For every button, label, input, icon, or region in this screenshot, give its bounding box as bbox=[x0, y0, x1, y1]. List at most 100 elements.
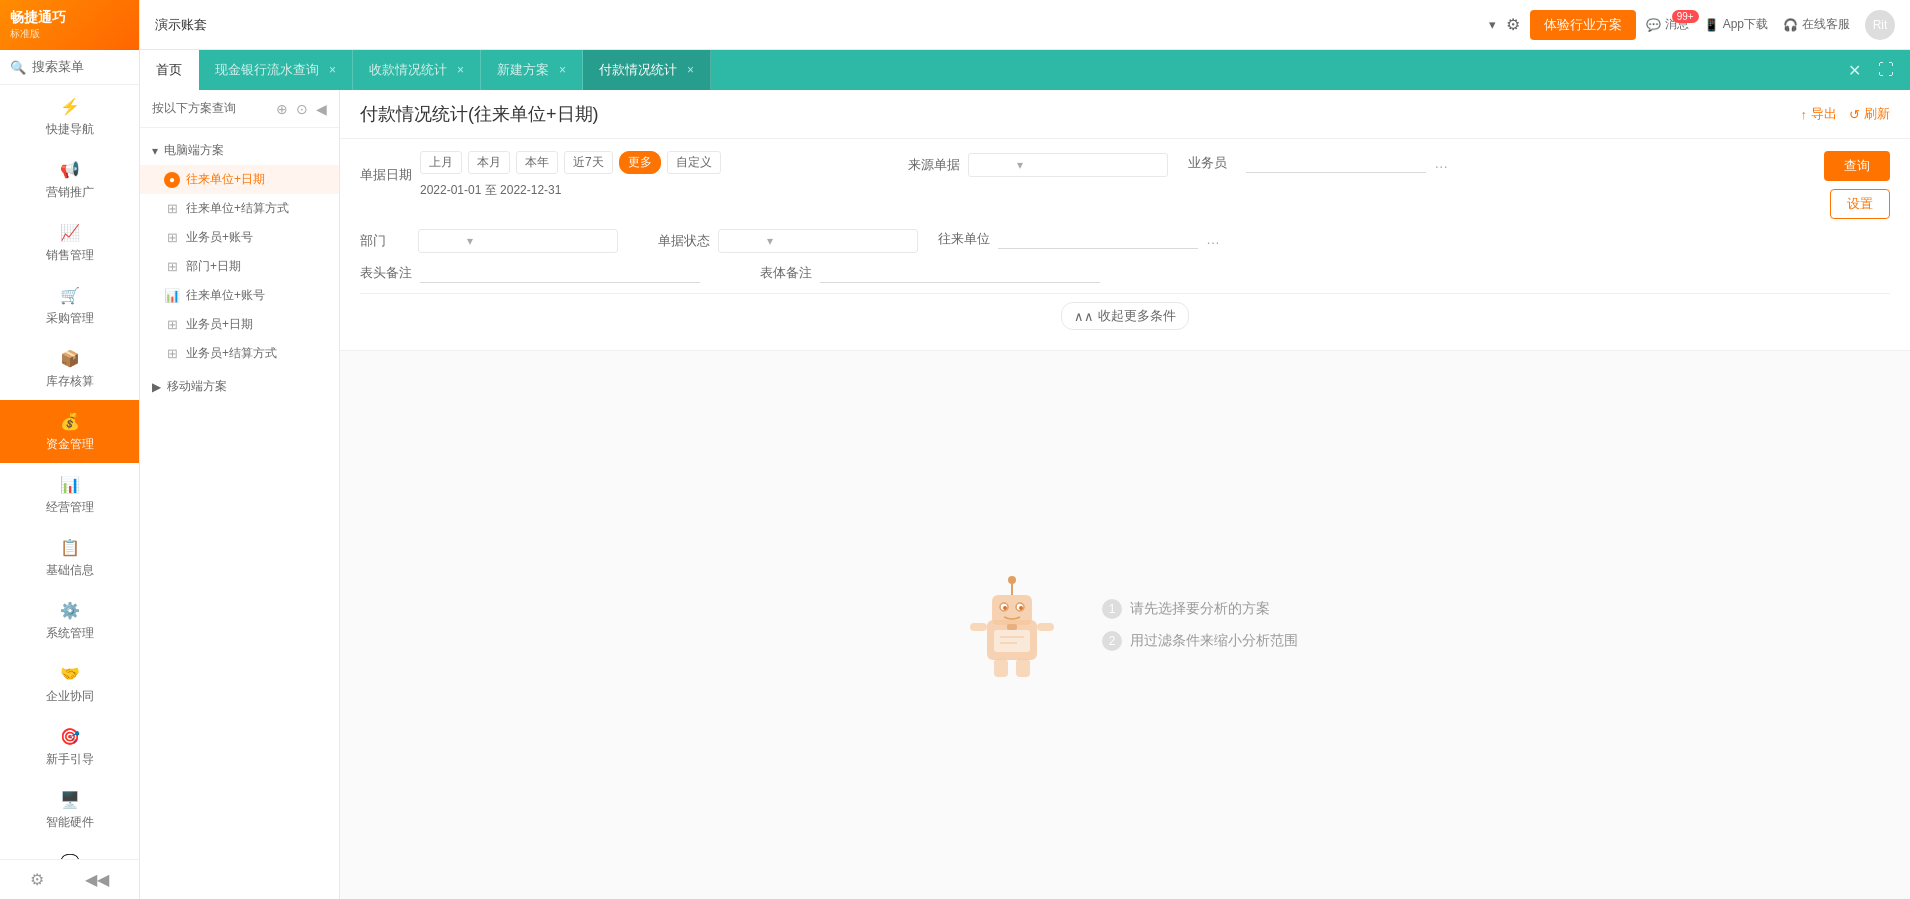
staff-more-icon[interactable]: … bbox=[1434, 155, 1448, 171]
settings-button[interactable]: 设置 bbox=[1830, 189, 1890, 219]
scheme-staff-date[interactable]: ⊞ 业务员+日期 bbox=[140, 310, 339, 339]
last-7days-button[interactable]: 近7天 bbox=[564, 151, 613, 174]
scheme-settings-button[interactable]: ⊙ bbox=[296, 101, 308, 117]
tab-receipt-stats[interactable]: 收款情况统计 × bbox=[353, 50, 481, 90]
sidebar-item-marketing[interactable]: 📢 营销推广 bbox=[0, 148, 139, 211]
basic-info-icon: 📋 bbox=[59, 536, 81, 558]
receipt-stats-tab-close[interactable]: × bbox=[457, 63, 464, 77]
close-all-tabs-button[interactable]: ✕ bbox=[1842, 58, 1867, 83]
sidebar-item-label: 基础信息 bbox=[46, 562, 94, 579]
sidebar-nav: ⚡ 快捷导航 📢 营销推广 📈 销售管理 🛒 采购管理 📦 库存核算 💰 资金管… bbox=[0, 85, 139, 859]
dept-arrow-icon: ▾ bbox=[467, 234, 473, 248]
date-filter-group: 上月 本月 本年 近7天 更多 自定义 2022-01-01 至 2022-12… bbox=[420, 151, 868, 199]
main-area: 演示账套 ▾ ⚙ 体验行业方案 💬 消息 99+ 📱 App下载 🎧 在线客服 … bbox=[140, 0, 1910, 899]
app-name: 畅捷通巧 bbox=[10, 9, 66, 27]
collapse-conditions-button[interactable]: ∧∧ 收起更多条件 bbox=[1061, 302, 1189, 330]
add-scheme-button[interactable]: ⊕ bbox=[276, 101, 288, 117]
custom-date-button[interactable]: 自定义 bbox=[667, 151, 721, 174]
avatar-text: Rit bbox=[1873, 18, 1888, 32]
payment-stats-tab-close[interactable]: × bbox=[687, 63, 694, 77]
left-panel-title: 按以下方案查询 bbox=[152, 100, 236, 117]
messages-button[interactable]: 💬 消息 99+ bbox=[1646, 16, 1689, 33]
finance-icon: 💰 bbox=[59, 410, 81, 432]
related-unit-input[interactable] bbox=[998, 229, 1198, 249]
sidebar-item-guide[interactable]: 🎯 新手引导 bbox=[0, 715, 139, 778]
doc-status-label: 单据状态 bbox=[658, 232, 710, 250]
last-month-button[interactable]: 上月 bbox=[420, 151, 462, 174]
new-scheme-tab-label: 新建方案 bbox=[497, 61, 549, 79]
sidebar-collapse-button[interactable]: ◀◀ bbox=[85, 870, 109, 889]
smart-hw-icon: 🖥️ bbox=[59, 788, 81, 810]
dept-select[interactable]: ▾ bbox=[418, 229, 618, 253]
app-download-button[interactable]: 📱 App下载 bbox=[1704, 16, 1768, 33]
sidebar-item-finance[interactable]: 💰 资金管理 bbox=[0, 400, 139, 463]
company-dropdown[interactable]: ▾ bbox=[1489, 17, 1496, 32]
page-header: 付款情况统计(往来单位+日期) ↑ 导出 ↺ 刷新 bbox=[340, 90, 1910, 139]
refresh-button[interactable]: ↺ 刷新 bbox=[1849, 105, 1890, 123]
sidebar-item-label: 智能硬件 bbox=[46, 814, 94, 831]
new-scheme-tab-close[interactable]: × bbox=[559, 63, 566, 77]
related-unit-filter: 往来单位 … bbox=[938, 229, 1220, 249]
scheme-dept-date[interactable]: ⊞ 部门+日期 bbox=[140, 252, 339, 281]
maximize-button[interactable]: ⛶ bbox=[1872, 58, 1900, 82]
sidebar-item-smart-hw[interactable]: 🖥️ 智能硬件 bbox=[0, 778, 139, 841]
messages-badge: 99+ bbox=[1672, 10, 1699, 23]
sidebar-item-sales[interactable]: 📈 销售管理 bbox=[0, 211, 139, 274]
sidebar-item-operations[interactable]: 📊 经营管理 bbox=[0, 463, 139, 526]
chevron-right-icon: ▶ bbox=[152, 380, 161, 394]
cash-flow-tab-close[interactable]: × bbox=[329, 63, 336, 77]
sidebar-item-label: 采购管理 bbox=[46, 310, 94, 327]
collapse-panel-button[interactable]: ◀ bbox=[316, 101, 327, 117]
scheme-unit-date[interactable]: ● 往来单位+日期 bbox=[140, 165, 339, 194]
svg-point-3 bbox=[1008, 576, 1016, 584]
sidebar-item-wechat[interactable]: 💬 企业微信 bbox=[0, 841, 139, 859]
tab-home[interactable]: 首页 bbox=[140, 50, 199, 90]
filter-row-3: 表头备注 表体备注 bbox=[360, 263, 1890, 283]
scheme-unit-account[interactable]: 📊 往来单位+账号 bbox=[140, 281, 339, 310]
scheme-item-label: 往来单位+账号 bbox=[186, 287, 265, 304]
tab-payment-stats[interactable]: 付款情况统计 × bbox=[583, 50, 711, 90]
sidebar-item-enterprise[interactable]: 🤝 企业协同 bbox=[0, 652, 139, 715]
header-note-input[interactable] bbox=[420, 263, 700, 283]
sidebar-settings-button[interactable]: ⚙ bbox=[30, 870, 44, 889]
doc-status-select[interactable]: ▾ bbox=[718, 229, 918, 253]
scheme-staff-settlement[interactable]: ⊞ 业务员+结算方式 bbox=[140, 339, 339, 368]
export-button[interactable]: ↑ 导出 bbox=[1801, 105, 1838, 123]
app-download-label: App下载 bbox=[1723, 16, 1768, 33]
topbar-settings-icon[interactable]: ⚙ bbox=[1506, 15, 1520, 34]
this-month-button[interactable]: 本月 bbox=[468, 151, 510, 174]
tab-new-scheme[interactable]: 新建方案 × bbox=[481, 50, 583, 90]
this-year-button[interactable]: 本年 bbox=[516, 151, 558, 174]
right-panel: 付款情况统计(往来单位+日期) ↑ 导出 ↺ 刷新 单 bbox=[340, 90, 1910, 899]
body-note-input[interactable] bbox=[820, 263, 1100, 283]
more-date-button[interactable]: 更多 bbox=[619, 151, 661, 174]
mobile-group-title[interactable]: ▶ 移动端方案 bbox=[140, 372, 339, 401]
staff-input[interactable] bbox=[1246, 153, 1426, 173]
user-avatar[interactable]: Rit bbox=[1865, 10, 1895, 40]
chevron-up-icon: ∧∧ bbox=[1074, 309, 1094, 324]
home-tab-label: 首页 bbox=[156, 61, 182, 79]
search-menu-item[interactable]: 🔍 搜索菜单 bbox=[0, 50, 139, 85]
trial-button[interactable]: 体验行业方案 bbox=[1530, 10, 1636, 40]
sidebar-item-purchase[interactable]: 🛒 采购管理 bbox=[0, 274, 139, 337]
sidebar-item-basic-info[interactable]: 📋 基础信息 bbox=[0, 526, 139, 589]
sales-icon: 📈 bbox=[59, 221, 81, 243]
related-unit-more-icon[interactable]: … bbox=[1206, 231, 1220, 247]
tab-cash-flow[interactable]: 现金银行流水查询 × bbox=[199, 50, 353, 90]
scheme-unit-settlement[interactable]: ⊞ 往来单位+结算方式 bbox=[140, 194, 339, 223]
desktop-group-title[interactable]: ▾ 电脑端方案 bbox=[140, 136, 339, 165]
svg-rect-9 bbox=[994, 630, 1030, 652]
sidebar-footer: ⚙ ◀◀ bbox=[0, 859, 139, 899]
sidebar-item-inventory[interactable]: 📦 库存核算 bbox=[0, 337, 139, 400]
sidebar-item-label: 销售管理 bbox=[46, 247, 94, 264]
scheme-staff-account[interactable]: ⊞ 业务员+账号 bbox=[140, 223, 339, 252]
tabs-bar: 首页 现金银行流水查询 × 收款情况统计 × 新建方案 × 付款情况统计 × ✕… bbox=[140, 50, 1910, 90]
sidebar-item-system[interactable]: ⚙️ 系统管理 bbox=[0, 589, 139, 652]
source-doc-select[interactable]: ▾ bbox=[968, 153, 1168, 177]
sidebar-item-quick-nav[interactable]: ⚡ 快捷导航 bbox=[0, 85, 139, 148]
empty-hint-1: 1 请先选择要分析的方案 bbox=[1102, 599, 1298, 619]
tabs-actions: ✕ ⛶ bbox=[1842, 58, 1910, 83]
topbar-right: 💬 消息 99+ 📱 App下载 🎧 在线客服 Rit bbox=[1646, 10, 1895, 40]
query-button[interactable]: 查询 bbox=[1824, 151, 1890, 181]
service-button[interactable]: 🎧 在线客服 bbox=[1783, 16, 1850, 33]
